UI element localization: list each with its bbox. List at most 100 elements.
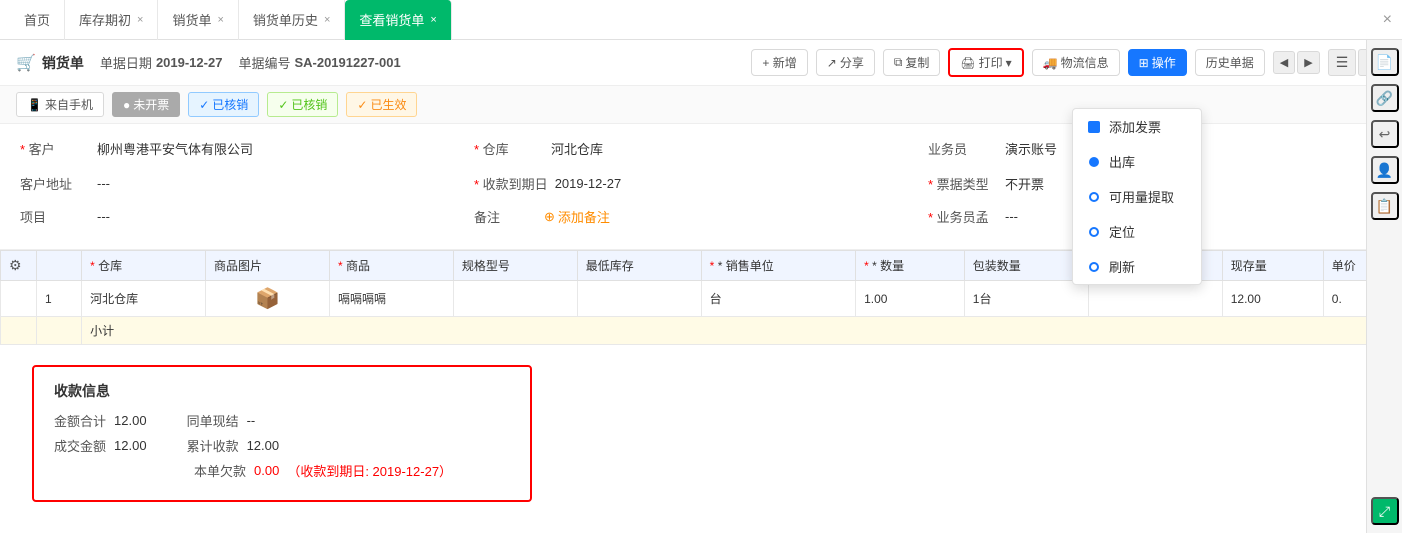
deal-amount-label: 成交金额 bbox=[54, 436, 106, 455]
refresh-label: 刷新 bbox=[1109, 257, 1135, 276]
col-spec: 规格型号 bbox=[453, 251, 577, 281]
row-product-img-cell: 📦 bbox=[206, 281, 330, 317]
logistics-icon: 🚚 bbox=[1043, 56, 1058, 70]
sidebar-icon-3[interactable]: ↩ bbox=[1371, 120, 1399, 148]
row-settings-cell bbox=[1, 281, 37, 317]
payment-row-1: 金额合计 12.00 同单现结 -- bbox=[54, 411, 510, 430]
sidebar-icon-2[interactable]: 🔗 bbox=[1371, 84, 1399, 112]
project-label: 项目 bbox=[20, 207, 90, 226]
outbound-label: 出库 bbox=[1109, 152, 1135, 171]
doc-date-label-text: 单据日期 bbox=[100, 53, 152, 72]
tab-view-sales-label: 查看销货单 bbox=[359, 10, 424, 29]
sidebar-icon-5[interactable]: 📋 bbox=[1371, 192, 1399, 220]
prev-button[interactable]: ◀ bbox=[1273, 51, 1295, 74]
history-button[interactable]: 历史单据 bbox=[1195, 49, 1265, 76]
cancelled-icon: ✓ bbox=[278, 98, 288, 112]
cumulative-value: 12.00 bbox=[247, 438, 280, 453]
doc-header: 🛒 销货单 单据日期 2019-12-27 单据编号 SA-20191227-0… bbox=[0, 40, 1402, 86]
available-extract-label: 可用量提取 bbox=[1109, 187, 1174, 206]
operate-icon: ⊞ bbox=[1139, 56, 1149, 70]
doc-date-value: 2019-12-27 bbox=[156, 55, 223, 70]
project-field: 项目 --- bbox=[20, 206, 474, 227]
due-date-value: 2019-12-27 bbox=[548, 173, 668, 194]
this-owe-item: 本单欠款 0.00 （收款到期日: 2019-12-27） bbox=[194, 461, 452, 480]
row-stock-cell: 12.00 bbox=[1222, 281, 1323, 317]
phone-icon: 📱 bbox=[27, 98, 42, 112]
tab-home[interactable]: 首页 bbox=[10, 0, 65, 40]
row-product-cell: 嗝嗝嗝嗝 bbox=[329, 281, 453, 317]
col-sales-unit: * 销售单位 bbox=[701, 251, 855, 281]
col-product-img: 商品图片 bbox=[206, 251, 330, 281]
copy-button[interactable]: ⧉ 复制 bbox=[883, 49, 941, 76]
main-content: 🛒 销货单 单据日期 2019-12-27 单据编号 SA-20191227-0… bbox=[0, 40, 1402, 533]
operate-button[interactable]: ⊞ 操作 bbox=[1128, 49, 1187, 76]
due-date-field: 收款到期日 2019-12-27 bbox=[474, 173, 928, 194]
expand-button[interactable]: ⤢ bbox=[1371, 497, 1399, 525]
checked-button[interactable]: ✓ 已核销 bbox=[188, 92, 259, 117]
doc-num-label-text: 单据编号 bbox=[238, 53, 290, 72]
dropdown-locate[interactable]: 定位 bbox=[1073, 214, 1201, 249]
dropdown-available-extract[interactable]: 可用量提取 bbox=[1073, 179, 1201, 214]
tab-sales-order[interactable]: 销货单 × bbox=[158, 0, 238, 40]
sidebar-icon-4[interactable]: 👤 bbox=[1371, 156, 1399, 184]
history-label: 历史单据 bbox=[1206, 54, 1254, 71]
dropdown-refresh[interactable]: 刷新 bbox=[1073, 249, 1201, 284]
payment-row-2: 成交金额 12.00 累计收款 12.00 bbox=[54, 436, 510, 455]
deal-amount-value: 12.00 bbox=[114, 438, 147, 453]
col-pack-qty: 包装数量 bbox=[964, 251, 1088, 281]
share-button[interactable]: ↗ 分享 bbox=[816, 49, 875, 76]
effective-button[interactable]: ✓ 已生效 bbox=[346, 92, 417, 117]
tab-sales-history[interactable]: 销货单历史 × bbox=[239, 0, 345, 40]
row-min-stock-cell bbox=[577, 281, 701, 317]
col-quantity: * 数量 bbox=[856, 251, 965, 281]
logistics-label: 物流信息 bbox=[1061, 54, 1109, 71]
dropdown-outbound[interactable]: 出库 bbox=[1073, 144, 1201, 179]
print-button[interactable]: 🖨 打印 ▾ bbox=[948, 48, 1023, 77]
add-remark-button[interactable]: ⊕ 添加备注 bbox=[544, 207, 610, 226]
doc-title-icon: 🛒 bbox=[16, 53, 36, 73]
doc-title-group: 🛒 销货单 bbox=[16, 53, 84, 73]
row-sales-unit-cell: 台 bbox=[701, 281, 855, 317]
tab-inventory-init-close[interactable]: × bbox=[137, 14, 143, 26]
remark-label: 备注 bbox=[474, 207, 544, 226]
from-phone-label: 来自手机 bbox=[45, 96, 93, 113]
cumulative-label: 累计收款 bbox=[187, 436, 239, 455]
next-button[interactable]: ▶ bbox=[1297, 51, 1319, 74]
tab-sales-history-close[interactable]: × bbox=[324, 14, 330, 26]
total-amount-value: 12.00 bbox=[114, 413, 147, 428]
list-view-button[interactable]: ☰ bbox=[1328, 49, 1357, 76]
tab-view-sales-close[interactable]: × bbox=[430, 14, 436, 26]
this-owe-value: 0.00 bbox=[254, 463, 279, 478]
sidebar-icon-1[interactable]: 📄 bbox=[1371, 48, 1399, 76]
doc-title-text: 销货单 bbox=[42, 53, 84, 73]
payment-title: 收款信息 bbox=[54, 381, 510, 401]
tab-inventory-init[interactable]: 库存期初 × bbox=[65, 0, 158, 40]
operate-dropdown: 添加发票 出库 可用量提取 定位 刷新 bbox=[1072, 108, 1202, 285]
payment-box: 收款信息 金额合计 12.00 同单现结 -- 成交金额 12.00 累计收款 bbox=[32, 365, 532, 502]
subtotal-settings-cell bbox=[1, 317, 37, 345]
salesperson-label: 业务员孟 bbox=[928, 207, 998, 226]
settings-icon[interactable]: ⚙ bbox=[9, 257, 22, 273]
not-open-button[interactable]: ● 未开票 bbox=[112, 92, 180, 117]
add-remark-icon: ⊕ bbox=[544, 209, 555, 225]
from-phone-button[interactable]: 📱 来自手机 bbox=[16, 92, 104, 117]
not-open-icon: ● bbox=[123, 98, 130, 112]
this-owe-label: 本单欠款 bbox=[194, 461, 246, 480]
locate-label: 定位 bbox=[1109, 222, 1135, 241]
tab-inventory-init-label: 库存期初 bbox=[79, 10, 131, 29]
row-spec-cell bbox=[453, 281, 577, 317]
available-extract-icon bbox=[1087, 190, 1101, 204]
dropdown-add-invoice[interactable]: 添加发票 bbox=[1073, 109, 1201, 144]
share-icon: ↗ bbox=[827, 56, 837, 70]
tab-view-sales[interactable]: 查看销货单 × bbox=[345, 0, 451, 40]
cancelled-button[interactable]: ✓ 已核销 bbox=[267, 92, 338, 117]
new-button[interactable]: + 新增 bbox=[751, 49, 807, 76]
same-order-item: 同单现结 -- bbox=[187, 411, 256, 430]
tab-sales-history-label: 销货单历史 bbox=[253, 10, 318, 29]
window-close-button[interactable]: × bbox=[1383, 11, 1392, 29]
nav-arrows: ◀ ▶ bbox=[1273, 51, 1320, 74]
print-label: 打印 bbox=[979, 54, 1003, 71]
tab-sales-order-close[interactable]: × bbox=[217, 14, 223, 26]
row-available-cell bbox=[1088, 281, 1222, 317]
logistics-button[interactable]: 🚚 物流信息 bbox=[1032, 49, 1120, 76]
